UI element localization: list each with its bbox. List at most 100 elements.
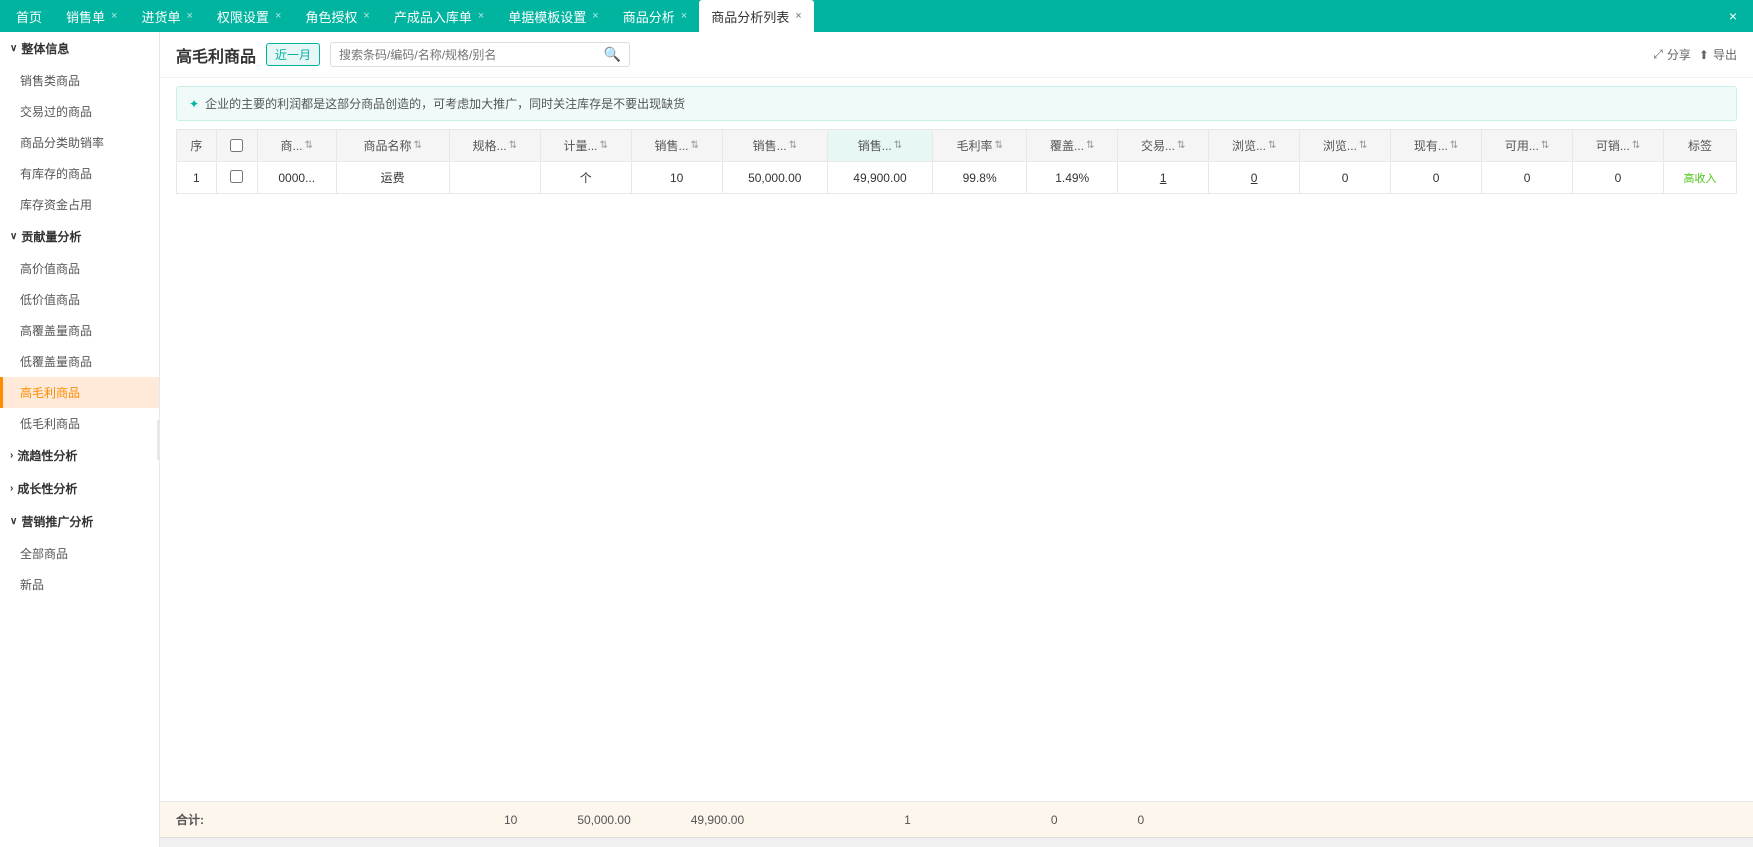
- nav-product-in[interactable]: 产成品入库单 ×: [382, 0, 496, 32]
- sidebar-item-all-goods[interactable]: 全部商品: [0, 538, 159, 569]
- close-permission-tab[interactable]: ×: [275, 10, 281, 22]
- sidebar-item-low-coverage[interactable]: 低覆盖量商品: [0, 346, 159, 377]
- cell-sales1: 10: [631, 162, 722, 194]
- share-btn[interactable]: ⤢ 分享: [1653, 46, 1691, 63]
- close-product-in-tab[interactable]: ×: [478, 10, 484, 22]
- sidebar-group-overview[interactable]: ∨ 整体信息: [0, 32, 159, 65]
- table-body: 1 0000... 运费 个 10 50,000.00 49,900.00 99…: [177, 162, 1737, 194]
- col-sales3[interactable]: 销售...⇅: [827, 130, 932, 162]
- sort-browse1-icon: ⇅: [1268, 140, 1276, 151]
- group-arrow-marketing: ∨: [10, 516, 17, 527]
- sidebar-group-marketing[interactable]: ∨ 营销推广分析: [0, 505, 159, 538]
- sidebar-item-high-margin[interactable]: 高毛利商品: [0, 377, 159, 408]
- select-all-checkbox[interactable]: [230, 139, 243, 152]
- sidebar-item-traded-goods[interactable]: 交易过的商品: [0, 96, 159, 127]
- content-header: 高毛利商品 近一月 🔍 ⤢ 分享 ⬆ 导出: [160, 32, 1753, 78]
- footer-label: 合计:: [176, 811, 204, 828]
- col-sales2[interactable]: 销售...⇅: [722, 130, 827, 162]
- col-gross-rate[interactable]: 毛利率⇅: [933, 130, 1027, 162]
- cell-name[interactable]: 运费: [336, 162, 449, 194]
- cell-code[interactable]: 0000...: [257, 162, 336, 194]
- sidebar-item-in-stock[interactable]: 有库存的商品: [0, 158, 159, 189]
- page-title: 高毛利商品: [176, 43, 256, 67]
- sidebar-item-category-rate[interactable]: 商品分类助销率: [0, 127, 159, 158]
- sidebar-group-trend[interactable]: › 流趋性分析: [0, 439, 159, 472]
- share-icon: ⤢: [1653, 47, 1663, 62]
- nav-sales[interactable]: 销售单 ×: [54, 0, 129, 32]
- col-current[interactable]: 现有...⇅: [1391, 130, 1482, 162]
- cell-transactions: 1: [1118, 162, 1209, 194]
- cell-seq: 1: [177, 162, 217, 194]
- group-arrow-growth: ›: [10, 483, 13, 494]
- close-window-btn[interactable]: ×: [1717, 8, 1749, 24]
- sidebar-item-new-goods[interactable]: 新品: [0, 569, 159, 600]
- sidebar-group-contribution[interactable]: ∨ 贡献量分析: [0, 220, 159, 253]
- header-actions: ⤢ 分享 ⬆ 导出: [1653, 46, 1737, 63]
- group-arrow-contribution: ∨: [10, 231, 17, 242]
- close-role-tab[interactable]: ×: [363, 10, 369, 22]
- footer-total-available: 0: [1051, 813, 1058, 827]
- close-sales-tab[interactable]: ×: [111, 10, 117, 22]
- nav-permission[interactable]: 权限设置 ×: [205, 0, 293, 32]
- group-arrow-trend: ›: [10, 450, 13, 461]
- group-arrow-overview: ∨: [10, 43, 17, 54]
- col-transactions[interactable]: 交易...⇅: [1118, 130, 1209, 162]
- sort-unit-icon: ⇅: [600, 140, 608, 151]
- export-icon: ⬆: [1699, 48, 1709, 62]
- col-available[interactable]: 可用...⇅: [1482, 130, 1573, 162]
- time-filter-btn[interactable]: 近一月: [266, 43, 320, 66]
- cell-browse1: 0: [1209, 162, 1300, 194]
- sort-browse2-icon: ⇅: [1359, 140, 1367, 151]
- close-goods-list-tab[interactable]: ×: [795, 10, 801, 22]
- sidebar-item-sales-goods[interactable]: 销售类商品: [0, 65, 159, 96]
- transactions-link[interactable]: 1: [1160, 171, 1167, 185]
- close-purchase-tab[interactable]: ×: [186, 10, 192, 22]
- col-browse1[interactable]: 浏览...⇅: [1209, 130, 1300, 162]
- table-header: 序 商...⇅ 商品名称⇅ 规格...⇅ 计量...⇅ 销售...⇅ 销售...…: [177, 130, 1737, 162]
- sidebar-group-growth[interactable]: › 成长性分析: [0, 472, 159, 505]
- sidebar-item-low-value[interactable]: 低价值商品: [0, 284, 159, 315]
- tag-high-income: 高收入: [1684, 173, 1717, 185]
- footer-row: 合计: 10 50,000.00 49,900.00 1 0 0: [160, 801, 1753, 837]
- col-spec[interactable]: 规格...⇅: [449, 130, 540, 162]
- nav-home[interactable]: 首页: [4, 0, 54, 32]
- nav-purchase[interactable]: 进货单 ×: [129, 0, 204, 32]
- close-template-tab[interactable]: ×: [592, 10, 598, 22]
- search-input[interactable]: [339, 48, 604, 62]
- sort-sales3-icon: ⇅: [894, 140, 902, 151]
- col-sales1[interactable]: 销售...⇅: [631, 130, 722, 162]
- sort-spec-icon: ⇅: [509, 140, 517, 151]
- sidebar-item-high-coverage[interactable]: 高覆盖量商品: [0, 315, 159, 346]
- export-btn[interactable]: ⬆ 导出: [1699, 46, 1737, 63]
- col-browse2[interactable]: 浏览...⇅: [1300, 130, 1391, 162]
- sort-sales2-icon: ⇅: [789, 140, 797, 151]
- main-table: 序 商...⇅ 商品名称⇅ 规格...⇅ 计量...⇅ 销售...⇅ 销售...…: [176, 129, 1737, 194]
- cell-sales2: 50,000.00: [722, 162, 827, 194]
- row-checkbox[interactable]: [230, 170, 243, 183]
- search-icon[interactable]: 🔍: [604, 46, 621, 63]
- footer-total-sellable: 0: [1138, 813, 1145, 827]
- cell-browse2: 0: [1300, 162, 1391, 194]
- table-row: 1 0000... 运费 个 10 50,000.00 49,900.00 99…: [177, 162, 1737, 194]
- nav-goods-analysis[interactable]: 商品分析 ×: [611, 0, 699, 32]
- bottom-scrollbar[interactable]: [160, 837, 1753, 847]
- cell-checkbox: [216, 162, 257, 194]
- nav-role[interactable]: 角色授权 ×: [293, 0, 381, 32]
- content-area: 高毛利商品 近一月 🔍 ⤢ 分享 ⬆ 导出 ✦ 企业的主要的利润都是这部分商品创…: [160, 32, 1753, 847]
- sidebar-item-low-margin[interactable]: 低毛利商品: [0, 408, 159, 439]
- col-name[interactable]: 商品名称⇅: [336, 130, 449, 162]
- nav-goods-analysis-list[interactable]: 商品分析列表 ×: [699, 0, 813, 32]
- sidebar-item-stock-capital[interactable]: 库存资金占用: [0, 189, 159, 220]
- col-coverage[interactable]: 覆盖...⇅: [1027, 130, 1118, 162]
- browse1-link[interactable]: 0: [1251, 171, 1258, 185]
- col-code[interactable]: 商...⇅: [257, 130, 336, 162]
- col-checkbox: [216, 130, 257, 162]
- col-unit[interactable]: 计量...⇅: [540, 130, 631, 162]
- nav-template[interactable]: 单据模板设置 ×: [496, 0, 610, 32]
- sidebar-toggle[interactable]: «: [157, 420, 160, 460]
- cell-available: 0: [1482, 162, 1573, 194]
- col-sellable[interactable]: 可销...⇅: [1573, 130, 1664, 162]
- close-goods-analysis-tab[interactable]: ×: [681, 10, 687, 22]
- col-seq: 序: [177, 130, 217, 162]
- sidebar-item-high-value[interactable]: 高价值商品: [0, 253, 159, 284]
